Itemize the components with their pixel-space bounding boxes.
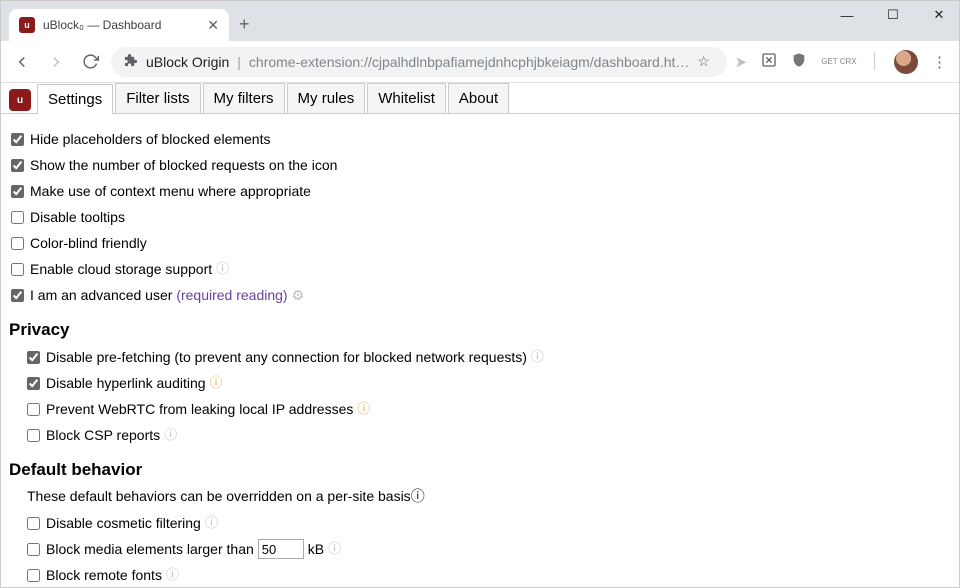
nav-reload-button[interactable]: [77, 49, 103, 75]
browser-toolbar: uBlock Origin | chrome-extension://cjpal…: [1, 41, 959, 83]
info-icon[interactable]: ⓘ: [205, 512, 218, 534]
media-size-input[interactable]: [258, 539, 304, 559]
color-blind-checkbox[interactable]: [11, 237, 24, 250]
addr-separator: |: [237, 54, 241, 70]
warn-icon[interactable]: ⓘ: [357, 398, 370, 420]
get-crx-icon[interactable]: GET CRX: [821, 58, 856, 66]
tab-my-rules[interactable]: My rules: [287, 83, 366, 113]
send-icon[interactable]: ➤: [735, 53, 748, 71]
show-count-label: Show the number of blocked requests on t…: [30, 154, 337, 176]
remote-fonts-checkbox[interactable]: [27, 569, 40, 582]
cosmetic-label: Disable cosmetic filtering: [46, 512, 201, 534]
profile-avatar[interactable]: [894, 50, 918, 74]
address-bar[interactable]: uBlock Origin | chrome-extension://cjpal…: [111, 47, 727, 77]
info-icon[interactable]: ⓘ: [166, 564, 179, 586]
context-menu-label: Make use of context menu where appropria…: [30, 180, 311, 202]
default-behavior-heading: Default behavior: [9, 460, 949, 480]
nav-forward-button[interactable]: [43, 49, 69, 75]
prefetch-label: Disable pre-fetching (to prevent any con…: [46, 346, 527, 368]
csp-label: Block CSP reports: [46, 424, 160, 446]
browser-tabstrip: u uBlock₀ — Dashboard ✕ + — ☐ ✕: [1, 1, 959, 41]
ublock-favicon: u: [19, 17, 35, 33]
info-icon[interactable]: ⓘ: [328, 538, 341, 560]
window-maximize-button[interactable]: ☐: [879, 5, 907, 25]
tab-filter-lists[interactable]: Filter lists: [115, 83, 200, 113]
dashboard-tabstrip: u Settings Filter lists My filters My ru…: [1, 83, 959, 114]
advanced-user-label: I am an advanced user: [30, 284, 172, 306]
tab-whitelist[interactable]: Whitelist: [367, 83, 446, 113]
info-icon[interactable]: ⓘ: [531, 346, 544, 368]
tab-about[interactable]: About: [448, 83, 509, 113]
context-menu-checkbox[interactable]: [11, 185, 24, 198]
settings-panel: Hide placeholders of blocked elements Sh…: [1, 114, 959, 587]
disable-tooltips-label: Disable tooltips: [30, 206, 125, 228]
addr-url: chrome-extension://cjpalhdlnbpafiamejdnh…: [249, 54, 690, 70]
close-tab-icon[interactable]: ✕: [207, 17, 219, 34]
info-icon[interactable]: ⓘ: [164, 424, 177, 446]
media-unit-label: kB: [308, 538, 324, 560]
advanced-user-checkbox[interactable]: [11, 289, 24, 302]
info-icon[interactable]: ⓘ: [216, 258, 229, 280]
hyperlink-audit-checkbox[interactable]: [27, 377, 40, 390]
warn-icon[interactable]: ⓘ: [210, 372, 223, 394]
hide-placeholders-label: Hide placeholders of blocked elements: [30, 128, 270, 150]
ublock-logo-icon: u: [9, 89, 31, 111]
ublock-ext-icon[interactable]: [791, 52, 807, 72]
webrtc-label: Prevent WebRTC from leaking local IP add…: [46, 398, 353, 420]
cloud-storage-label: Enable cloud storage support: [30, 258, 212, 280]
required-reading-link[interactable]: (required reading): [176, 284, 287, 306]
browser-tab-active[interactable]: u uBlock₀ — Dashboard ✕: [9, 9, 229, 41]
default-behavior-note: These default behaviors can be overridde…: [27, 488, 411, 504]
show-count-checkbox[interactable]: [11, 159, 24, 172]
webrtc-checkbox[interactable]: [27, 403, 40, 416]
separator-icon: │: [871, 53, 880, 70]
csp-checkbox[interactable]: [27, 429, 40, 442]
window-minimize-button[interactable]: —: [833, 5, 861, 25]
gears-icon[interactable]: ⚙: [292, 284, 305, 306]
cosmetic-checkbox[interactable]: [27, 517, 40, 530]
addr-origin: uBlock Origin: [146, 54, 229, 70]
prefetch-checkbox[interactable]: [27, 351, 40, 364]
extension-icon: [123, 53, 138, 71]
new-tab-button[interactable]: +: [239, 14, 250, 35]
tab-title: uBlock₀ — Dashboard: [43, 18, 199, 32]
kebab-menu-icon[interactable]: ⋮: [932, 53, 947, 71]
color-blind-label: Color-blind friendly: [30, 232, 147, 254]
media-label-pre: Block media elements larger than: [46, 538, 254, 560]
media-checkbox[interactable]: [27, 543, 40, 556]
tab-settings[interactable]: Settings: [37, 84, 113, 114]
nav-back-button[interactable]: [9, 49, 35, 75]
hide-placeholders-checkbox[interactable]: [11, 133, 24, 146]
disable-tooltips-checkbox[interactable]: [11, 211, 24, 224]
window-close-button[interactable]: ✕: [925, 5, 953, 25]
hyperlink-audit-label: Disable hyperlink auditing: [46, 372, 206, 394]
info-icon[interactable]: ⓘ: [411, 488, 425, 504]
star-icon[interactable]: ☆: [697, 53, 710, 70]
blocker-icon[interactable]: [761, 52, 777, 72]
cloud-storage-checkbox[interactable]: [11, 263, 24, 276]
privacy-heading: Privacy: [9, 320, 949, 340]
tab-my-filters[interactable]: My filters: [203, 83, 285, 113]
remote-fonts-label: Block remote fonts: [46, 564, 162, 586]
